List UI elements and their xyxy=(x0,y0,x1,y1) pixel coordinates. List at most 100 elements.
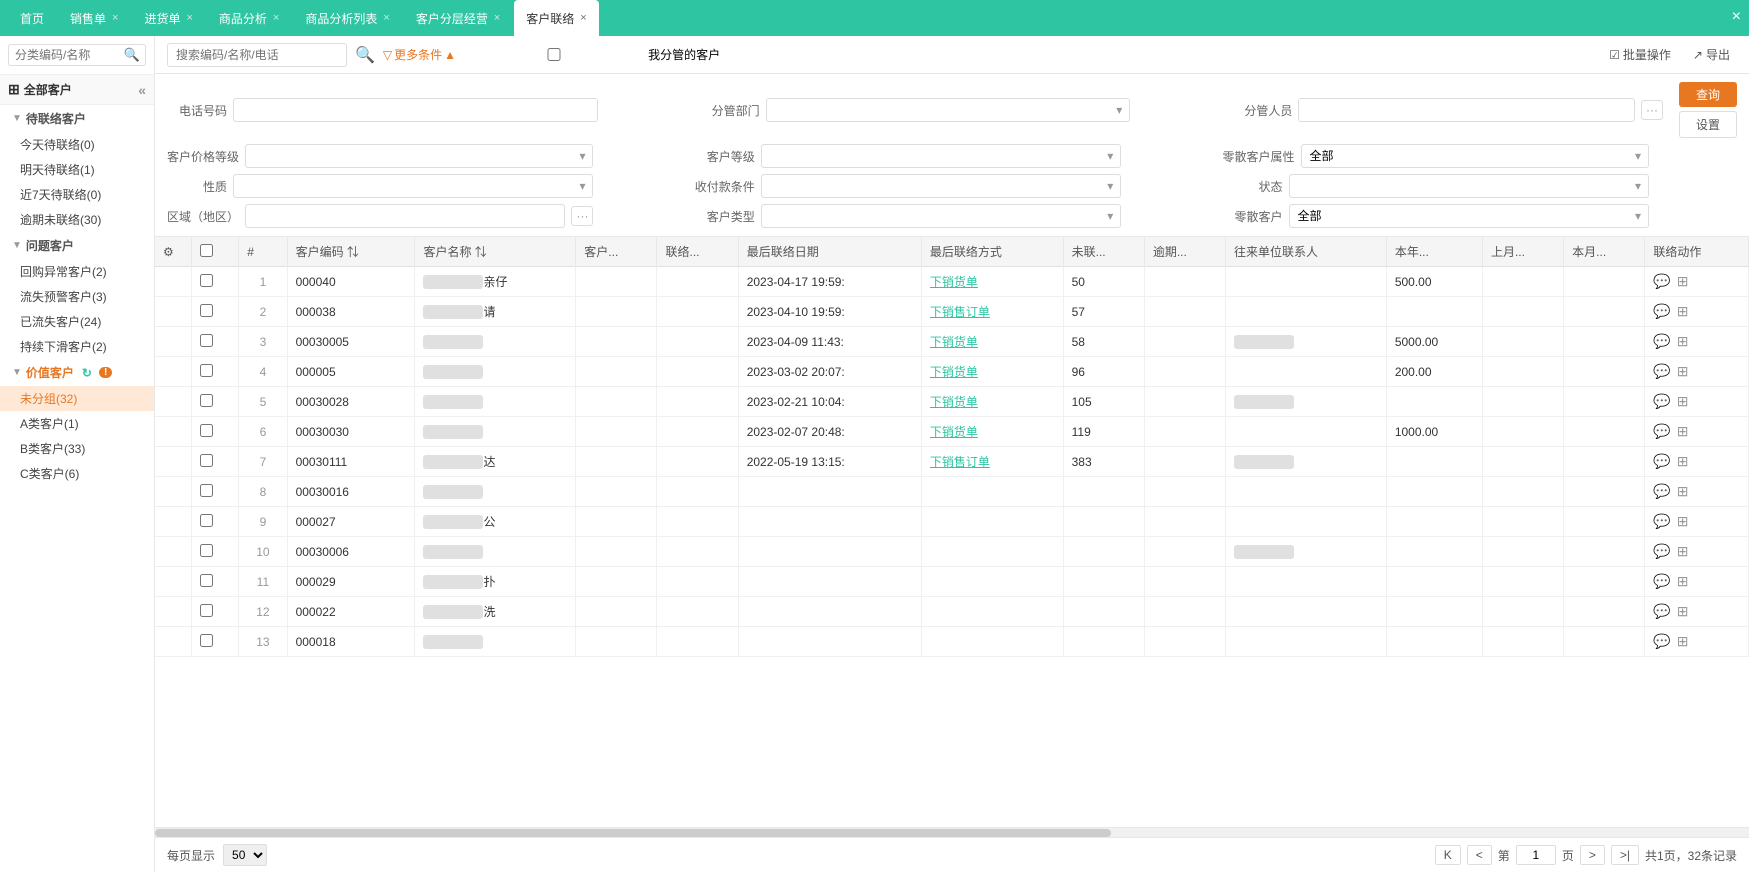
row-checkbox[interactable] xyxy=(200,484,213,497)
close-sales-icon[interactable]: × xyxy=(112,12,118,24)
checkbox-cell[interactable] xyxy=(191,537,239,567)
checkbox-cell[interactable] xyxy=(191,387,239,417)
nav-tab-sales[interactable]: 销售单 × xyxy=(58,0,130,36)
checkbox-cell[interactable] xyxy=(191,327,239,357)
checkbox-cell[interactable] xyxy=(191,357,239,387)
batch-operations-button[interactable]: ☑ 批量操作 xyxy=(1602,42,1678,67)
row-checkbox[interactable] xyxy=(200,604,213,617)
query-button[interactable]: 查询 xyxy=(1679,82,1737,107)
close-analysis-icon[interactable]: × xyxy=(273,12,279,24)
area-dots-button[interactable]: ··· xyxy=(571,206,593,226)
last-month-col-header[interactable]: 上月... xyxy=(1482,237,1563,267)
chat-icon[interactable]: 💬 xyxy=(1653,453,1670,470)
nav-tab-analysis-list[interactable]: 商品分析列表 × xyxy=(293,0,401,36)
sidebar-item-attrition-warning[interactable]: 流失预警客户(3) xyxy=(0,284,154,309)
row-checkbox[interactable] xyxy=(200,634,213,647)
checkbox-col-header[interactable] xyxy=(191,237,239,267)
grid-action-icon[interactable]: ⊞ xyxy=(1677,393,1689,410)
all-customers-header[interactable]: ⊞ 全部客户 « xyxy=(0,75,154,105)
refresh-icon[interactable]: ↻ xyxy=(82,366,92,380)
chat-icon[interactable]: 💬 xyxy=(1653,273,1670,290)
contact-method-link[interactable]: 下销售订单 xyxy=(930,305,990,319)
nature-select[interactable] xyxy=(233,174,593,198)
sidebar-item-today[interactable]: 今天待联络(0) xyxy=(0,132,154,157)
checkbox-cell[interactable] xyxy=(191,417,239,447)
scrollbar-thumb[interactable] xyxy=(155,829,1111,837)
person-dots-button[interactable]: ··· xyxy=(1641,100,1663,120)
nav-tab-contact[interactable]: 客户联络 × xyxy=(514,0,598,36)
nav-tab-purchase[interactable]: 进货单 × xyxy=(132,0,204,36)
grid-action-icon[interactable]: ⊞ xyxy=(1677,543,1689,560)
grid-action-icon[interactable]: ⊞ xyxy=(1677,273,1689,290)
last-contact-date-col-header[interactable]: 最后联络日期 xyxy=(738,237,921,267)
last-contact-method-col-header[interactable]: 最后联络方式 xyxy=(921,237,1063,267)
page-number-input[interactable] xyxy=(1516,845,1556,865)
close-contact-icon[interactable]: × xyxy=(580,12,586,24)
checkbox-cell[interactable] xyxy=(191,477,239,507)
prev-page-button[interactable]: < xyxy=(1467,845,1492,865)
grid-action-icon[interactable]: ⊞ xyxy=(1677,603,1689,620)
chat-icon[interactable]: 💬 xyxy=(1653,603,1670,620)
chat-icon[interactable]: 💬 xyxy=(1653,303,1670,320)
sidebar-item-overdue[interactable]: 逾期未联络(30) xyxy=(0,207,154,232)
checkbox-cell[interactable] xyxy=(191,507,239,537)
customer-type-select[interactable] xyxy=(761,204,1121,228)
nav-tab-crm[interactable]: 客户分层经营 × xyxy=(404,0,512,36)
row-checkbox[interactable] xyxy=(200,424,213,437)
chat-icon[interactable]: 💬 xyxy=(1653,363,1670,380)
checkbox-cell[interactable] xyxy=(191,597,239,627)
grid-action-icon[interactable]: ⊞ xyxy=(1677,333,1689,350)
horizontal-scrollbar[interactable] xyxy=(155,827,1749,837)
chat-icon[interactable]: 💬 xyxy=(1653,633,1670,650)
area-input[interactable] xyxy=(245,204,565,228)
checkbox-cell[interactable] xyxy=(191,567,239,597)
row-checkbox[interactable] xyxy=(200,514,213,527)
row-checkbox[interactable] xyxy=(200,274,213,287)
row-checkbox[interactable] xyxy=(200,454,213,467)
checkbox-cell[interactable] xyxy=(191,447,239,477)
problem-group-header[interactable]: ▼ 问题客户 xyxy=(0,232,154,259)
last-page-button[interactable]: >| xyxy=(1611,845,1639,865)
close-purchase-icon[interactable]: × xyxy=(186,12,192,24)
chat-icon[interactable]: 💬 xyxy=(1653,513,1670,530)
chat-icon[interactable]: 💬 xyxy=(1653,333,1670,350)
price-level-select[interactable] xyxy=(245,144,593,168)
code-col-header[interactable]: 客户编码 ⇅ xyxy=(287,237,415,267)
sidebar-item-ungrouped[interactable]: 未分组(32) xyxy=(0,386,154,411)
year-amount-col-header[interactable]: 本年... xyxy=(1386,237,1482,267)
close-analysis-list-icon[interactable]: × xyxy=(383,12,389,24)
grid-action-icon[interactable]: ⊞ xyxy=(1677,423,1689,440)
chat-icon[interactable]: 💬 xyxy=(1653,423,1670,440)
contact-method-link[interactable]: 下销货单 xyxy=(930,365,978,379)
window-close-button[interactable]: × xyxy=(1732,8,1741,26)
contact-method-link[interactable]: 下销货单 xyxy=(930,275,978,289)
checkbox-cell[interactable] xyxy=(191,267,239,297)
contact-method-link[interactable]: 下销货单 xyxy=(930,395,978,409)
grid-action-icon[interactable]: ⊞ xyxy=(1677,483,1689,500)
row-checkbox[interactable] xyxy=(200,304,213,317)
zero-attr-select[interactable]: 全部 xyxy=(1301,144,1649,168)
nav-tab-analysis[interactable]: 商品分析 × xyxy=(207,0,291,36)
type-col-header[interactable]: 客户... xyxy=(576,237,657,267)
my-customers-checkbox-label[interactable]: 我分管的客户 xyxy=(464,46,720,63)
sidebar-item-a-class[interactable]: A类客户(1) xyxy=(0,411,154,436)
chat-icon[interactable]: 💬 xyxy=(1653,543,1670,560)
close-crm-icon[interactable]: × xyxy=(494,12,500,24)
checkbox-cell[interactable] xyxy=(191,627,239,657)
row-checkbox[interactable] xyxy=(200,544,213,557)
checkbox-cell[interactable] xyxy=(191,297,239,327)
row-checkbox[interactable] xyxy=(200,574,213,587)
grid-action-icon[interactable]: ⊞ xyxy=(1677,573,1689,590)
phone-input[interactable] xyxy=(233,98,598,122)
nav-tab-home[interactable]: 首页 xyxy=(8,0,56,36)
sidebar-item-c-class[interactable]: C类客户(6) xyxy=(0,461,154,486)
this-month-col-header[interactable]: 本月... xyxy=(1564,237,1645,267)
collapse-sidebar-icon[interactable]: « xyxy=(138,82,146,98)
settings-col-header[interactable]: ⚙ xyxy=(155,237,191,267)
status-select[interactable] xyxy=(1289,174,1649,198)
sidebar-item-7days[interactable]: 近7天待联络(0) xyxy=(0,182,154,207)
my-customers-checkbox[interactable] xyxy=(464,48,644,61)
chat-icon[interactable]: 💬 xyxy=(1653,393,1670,410)
value-group-header[interactable]: ▼ 价值客户 ↻ ! xyxy=(0,359,154,386)
dept-select[interactable] xyxy=(766,98,1131,122)
